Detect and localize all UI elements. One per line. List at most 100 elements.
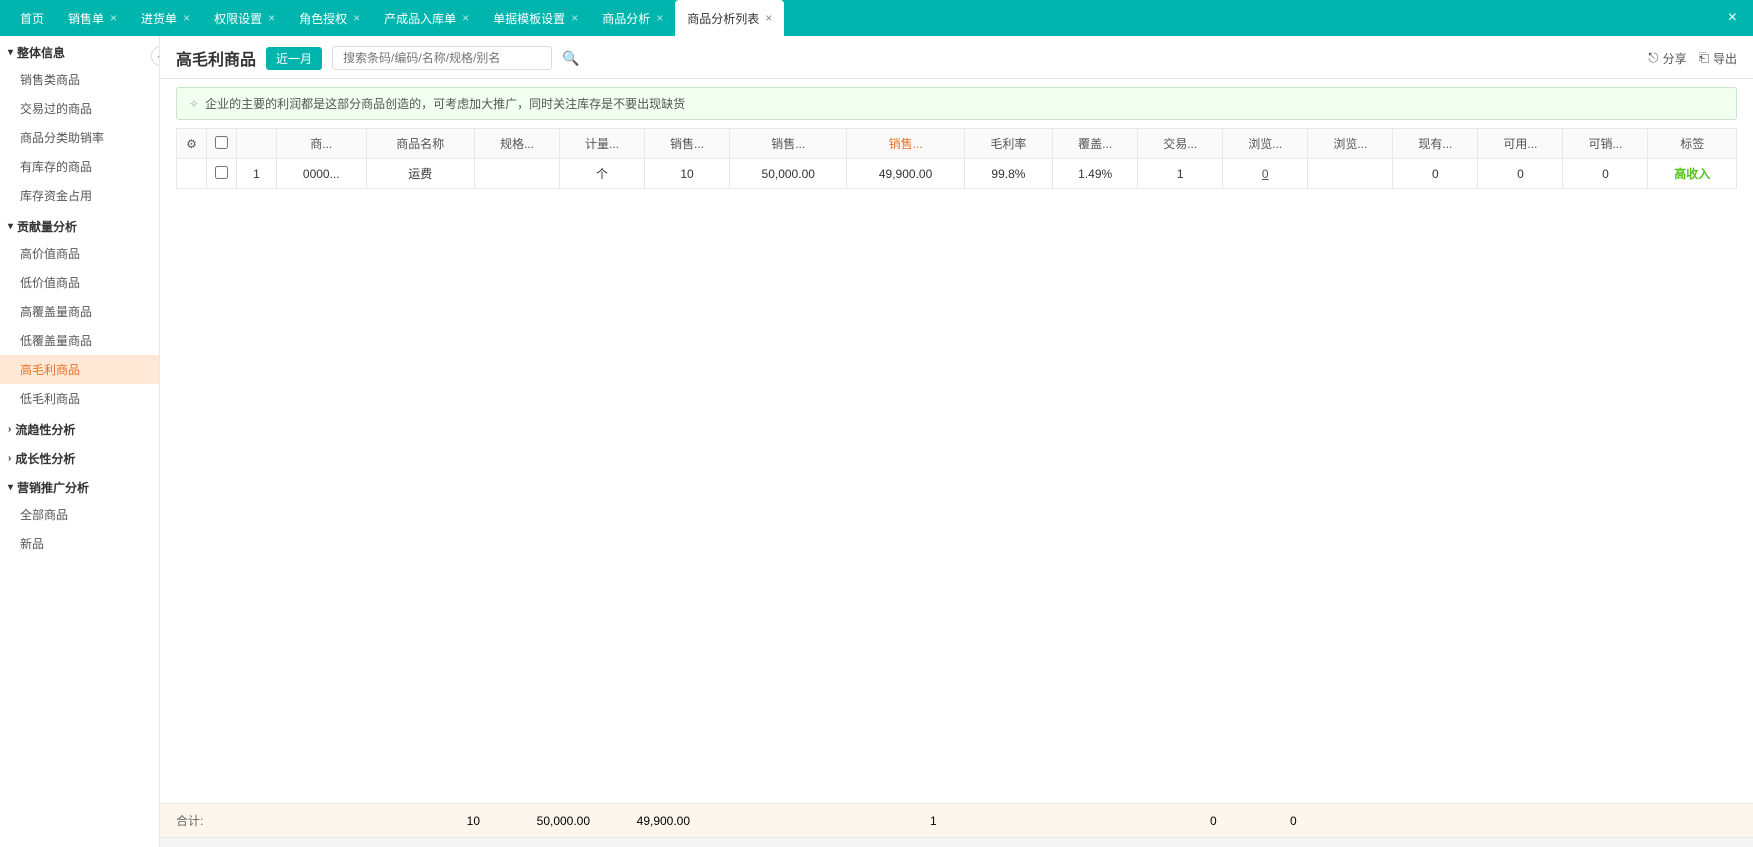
cell-coverage: 1.49% (1053, 159, 1138, 189)
col-header-settings[interactable]: ⚙ (177, 129, 207, 159)
col-header-unit[interactable]: 计量... (559, 129, 644, 159)
nav-product-analysis-list[interactable]: 商品分析列表 × (675, 0, 784, 36)
export-button[interactable]: ⎗ 导出 (1699, 50, 1737, 67)
tip-icon: ✧ (189, 97, 199, 111)
cell-spec (474, 159, 559, 189)
cell-trade: 1 (1138, 159, 1223, 189)
close-permission-settings[interactable]: × (268, 11, 275, 25)
footer-sales-cost: 49,900.00 (623, 814, 703, 828)
close-product-instock[interactable]: × (462, 11, 469, 25)
col-header-coverage[interactable]: 覆盖... (1053, 129, 1138, 159)
sidebar-group-growth[interactable]: › 成长性分析 (0, 442, 159, 471)
period-button[interactable]: 近一月 (266, 47, 322, 70)
cell-check[interactable] (207, 159, 237, 189)
arrow-marketing: ▾ (8, 482, 13, 493)
sidebar-item-category-sales-rate[interactable]: 商品分类助销率 (0, 123, 159, 152)
col-header-gross-margin[interactable]: 毛利率 (964, 129, 1052, 159)
share-icon: ⎋ (1648, 50, 1658, 66)
nav-home[interactable]: 首页 (8, 0, 56, 36)
sidebar-item-high-coverage[interactable]: 高覆盖量商品 (0, 297, 159, 326)
col-header-available-stock[interactable]: 可用... (1478, 129, 1563, 159)
tag-badge: 高收入 (1674, 167, 1710, 181)
bottom-scrollbar[interactable] (160, 837, 1753, 847)
nav-role-auth[interactable]: 角色授权 × (287, 0, 372, 36)
close-product-analysis[interactable]: × (656, 11, 663, 25)
col-header-spec[interactable]: 规格... (474, 129, 559, 159)
cell-browse1[interactable]: 0 (1223, 159, 1308, 189)
sidebar-group-trend[interactable]: › 流趋性分析 (0, 413, 159, 442)
col-header-no (237, 129, 277, 159)
sidebar-item-sales-goods[interactable]: 销售类商品 (0, 65, 159, 94)
sidebar: « ▾ 整体信息 销售类商品 交易过的商品 商品分类助销率 有库存的商品 库存资… (0, 36, 160, 847)
cell-browse2 (1308, 159, 1393, 189)
cell-sales-cost: 49,900.00 (847, 159, 964, 189)
search-input[interactable] (332, 46, 552, 70)
sidebar-item-new-goods[interactable]: 新品 (0, 529, 159, 558)
close-purchase-order[interactable]: × (183, 11, 190, 25)
col-header-name[interactable]: 商品名称 (366, 129, 474, 159)
sidebar-item-low-coverage[interactable]: 低覆盖量商品 (0, 326, 159, 355)
col-header-browse2[interactable]: 浏览... (1308, 129, 1393, 159)
content-header: 高毛利商品 近一月 🔍 ⎋ 分享 ⎗ 导出 (160, 36, 1753, 79)
sidebar-group-contribution[interactable]: ▾ 贡献量分析 (0, 210, 159, 239)
close-role-auth[interactable]: × (353, 11, 360, 25)
sidebar-group-marketing[interactable]: ▾ 营销推广分析 (0, 471, 159, 500)
info-banner: ✧ 企业的主要的利润都是这部分商品创造的，可考虑加大推广，同时关注库存是不要出现… (176, 87, 1737, 120)
close-all-tabs[interactable]: × (1720, 9, 1745, 27)
cell-name: 运费 (366, 159, 474, 189)
browse1-link[interactable]: 0 (1262, 167, 1269, 181)
data-table: ⚙ 商... 商品名称 规格... (176, 128, 1737, 189)
nav-product-analysis[interactable]: 商品分析 × (590, 0, 675, 36)
cell-tag: 高收入 (1648, 159, 1737, 189)
table-row: 1 0000... 运费 个 10 50,000.00 49,900.00 99… (177, 159, 1737, 189)
col-header-sales-qty[interactable]: 销售... (645, 129, 730, 159)
row-checkbox[interactable] (215, 166, 228, 179)
sidebar-item-low-margin[interactable]: 低毛利商品 (0, 384, 159, 413)
cell-available-stock: 0 (1478, 159, 1563, 189)
arrow-overall: ▾ (8, 47, 13, 58)
search-button[interactable]: 🔍 (562, 50, 579, 67)
sidebar-item-low-value[interactable]: 低价值商品 (0, 268, 159, 297)
col-header-code[interactable]: 商... (277, 129, 367, 159)
nav-template-settings[interactable]: 单据模板设置 × (481, 0, 590, 36)
sidebar-item-traded-goods[interactable]: 交易过的商品 (0, 94, 159, 123)
footer-sales-amount: 50,000.00 (523, 814, 603, 828)
nav-permission-settings[interactable]: 权限设置 × (202, 0, 287, 36)
share-button[interactable]: ⎋ 分享 (1648, 50, 1686, 67)
col-header-current-stock[interactable]: 现有... (1393, 129, 1478, 159)
close-product-analysis-list[interactable]: × (765, 11, 772, 25)
col-header-check[interactable] (207, 129, 237, 159)
cell-settings (177, 159, 207, 189)
cell-saleable-stock: 0 (1563, 159, 1648, 189)
sidebar-item-in-stock-goods[interactable]: 有库存的商品 (0, 152, 159, 181)
cell-gross-margin: 99.8% (964, 159, 1052, 189)
close-sales-order[interactable]: × (110, 11, 117, 25)
sidebar-item-all-goods[interactable]: 全部商品 (0, 500, 159, 529)
table-wrapper[interactable]: ⚙ 商... 商品名称 规格... (160, 128, 1753, 803)
nav-purchase-order[interactable]: 进货单 × (129, 0, 202, 36)
col-header-saleable-stock[interactable]: 可销... (1563, 129, 1648, 159)
footer-label: 合计: (176, 812, 203, 829)
sidebar-item-high-value[interactable]: 高价值商品 (0, 239, 159, 268)
footer-trade: 1 (903, 814, 963, 828)
cell-code: 0000... (277, 159, 367, 189)
col-header-trade[interactable]: 交易... (1138, 129, 1223, 159)
col-header-sales-cost[interactable]: 销售... (847, 129, 964, 159)
content-area: 高毛利商品 近一月 🔍 ⎋ 分享 ⎗ 导出 ✧ 企业的主要的利润都是这部分商品创… (160, 36, 1753, 847)
close-template-settings[interactable]: × (571, 11, 578, 25)
sidebar-item-high-margin[interactable]: 高毛利商品 (0, 355, 159, 384)
select-all-checkbox[interactable] (215, 136, 228, 149)
col-header-sales-amount[interactable]: 销售... (730, 129, 847, 159)
export-icon: ⎗ (1699, 50, 1709, 66)
col-header-browse1[interactable]: 浏览... (1223, 129, 1308, 159)
footer-available-stock: 0 (1263, 814, 1323, 828)
page-title: 高毛利商品 (176, 46, 256, 70)
arrow-contribution: ▾ (8, 221, 13, 232)
col-header-tag[interactable]: 标签 (1648, 129, 1737, 159)
nav-sales-order[interactable]: 销售单 × (56, 0, 129, 36)
sidebar-group-overall[interactable]: ▾ 整体信息 (0, 36, 159, 65)
sidebar-item-stock-capital[interactable]: 库存资金占用 (0, 181, 159, 210)
nav-product-instock[interactable]: 产成品入库单 × (372, 0, 481, 36)
settings-icon: ⚙ (186, 137, 197, 151)
top-nav-bar: 首页 销售单 × 进货单 × 权限设置 × 角色授权 × 产成品入库单 × 单据… (0, 0, 1753, 36)
